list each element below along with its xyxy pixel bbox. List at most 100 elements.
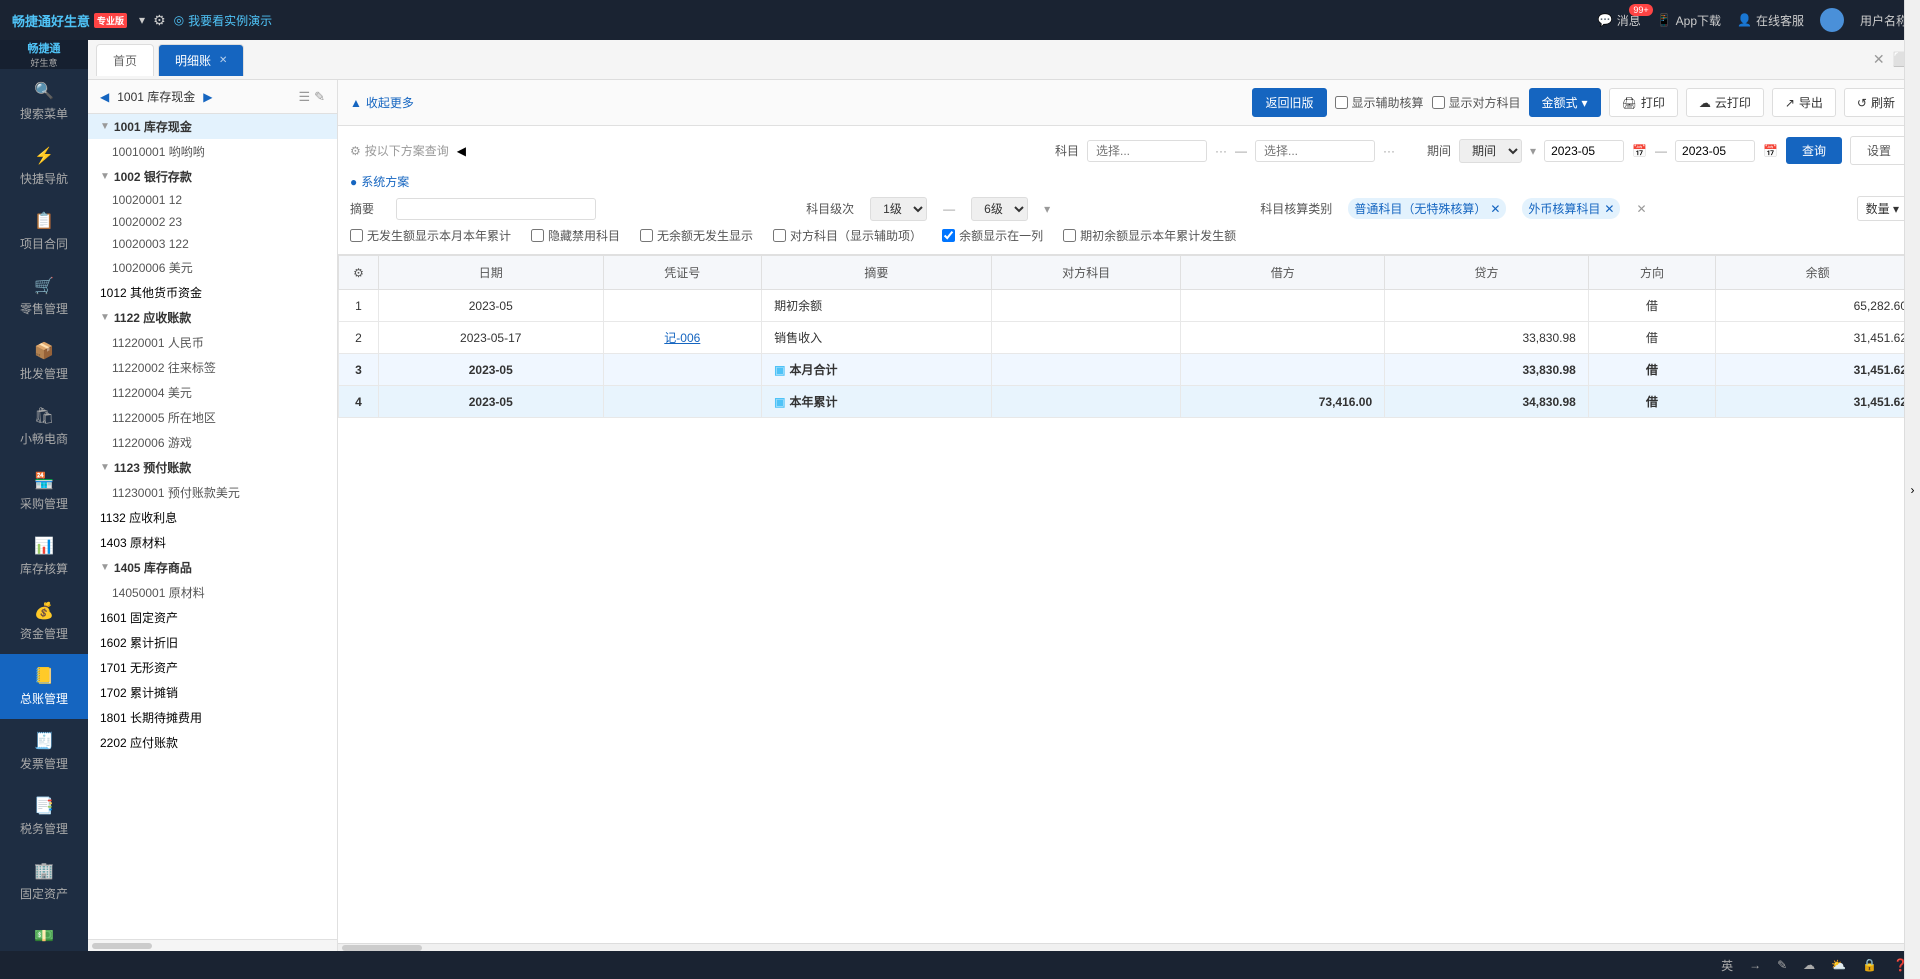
check-balance-one-col[interactable]: 余额显示在一列 bbox=[942, 227, 1043, 244]
app-download-button[interactable]: 📱 App下载 bbox=[1657, 12, 1721, 29]
user-avatar[interactable] bbox=[1820, 8, 1844, 32]
status-edit[interactable]: ✎ bbox=[1777, 958, 1787, 972]
format-button[interactable]: 金额式 ▾ bbox=[1529, 88, 1601, 117]
expand-filter-button[interactable]: ▲ 收起更多 bbox=[350, 94, 414, 111]
calendar-end-icon[interactable]: 📅 bbox=[1763, 144, 1778, 158]
sidebar-item-search[interactable]: 🔍 搜索菜单 bbox=[0, 69, 88, 134]
check-no-balance-input[interactable] bbox=[350, 229, 363, 242]
status-arrow[interactable]: → bbox=[1749, 958, 1761, 972]
tree-node-1123[interactable]: ▼ 1123 预付账款 bbox=[88, 455, 337, 480]
tree-node-10010001[interactable]: 10010001 哟哟哟 bbox=[88, 139, 337, 164]
filter-tag-foreign-close[interactable]: ✕ bbox=[1604, 202, 1614, 216]
status-cloud[interactable]: ☁ bbox=[1803, 958, 1815, 972]
tree-node-11220005[interactable]: 11220005 所在地区 bbox=[88, 405, 337, 430]
status-cloud2[interactable]: ⛅ bbox=[1831, 958, 1846, 972]
period-end-input[interactable] bbox=[1675, 140, 1755, 162]
subject-input[interactable] bbox=[1087, 140, 1207, 162]
quantity-button[interactable]: 数量 ▾ bbox=[1857, 196, 1908, 221]
company-dropdown[interactable]: ▾ bbox=[139, 13, 145, 27]
row-voucher[interactable]: 记-006 bbox=[603, 322, 762, 354]
tree-node-1701[interactable]: 1701 无形资产 bbox=[88, 655, 337, 680]
tree-edit-icon[interactable]: ✎ bbox=[314, 89, 325, 105]
sidebar-item-quick[interactable]: ⚡ 快捷导航 bbox=[0, 134, 88, 199]
tree-node-1132[interactable]: 1132 应收利息 bbox=[88, 505, 337, 530]
check-no-balance[interactable]: 无发生额显示本月本年累计 bbox=[350, 227, 511, 244]
check-balance-one-col-input[interactable] bbox=[942, 229, 955, 242]
filter-tag-normal-close[interactable]: ✕ bbox=[1490, 202, 1500, 216]
sidebar-item-capital[interactable]: 💰 资金管理 bbox=[0, 589, 88, 654]
check-hide-disabled-input[interactable] bbox=[531, 229, 544, 242]
online-service-button[interactable]: 👤 在线客服 bbox=[1737, 12, 1804, 29]
check-opening-balance-input[interactable] bbox=[1063, 229, 1076, 242]
check-opposite[interactable]: 对方科目（显示辅助项） bbox=[773, 227, 922, 244]
check-hide-disabled[interactable]: 隐藏禁用科目 bbox=[531, 227, 620, 244]
table-scrollbar-h[interactable] bbox=[338, 943, 1920, 951]
tab-detail[interactable]: 明细账 ✕ bbox=[158, 44, 244, 76]
sidebar-item-retail[interactable]: 🛒 零售管理 bbox=[0, 264, 88, 329]
tree-node-1002[interactable]: ▼ 1002 银行存款 bbox=[88, 164, 337, 189]
demo-link[interactable]: ◎ 我要看实例演示 bbox=[174, 12, 273, 29]
period-mode-select[interactable]: 期间 bbox=[1459, 139, 1522, 163]
sidebar-item-general[interactable]: 📒 总账管理 bbox=[0, 654, 88, 719]
tree-node-10020006[interactable]: 10020006 美元 bbox=[88, 255, 337, 280]
scheme-selector[interactable]: ● 系统方案 bbox=[350, 173, 409, 190]
show-opposite-input[interactable] bbox=[1432, 96, 1445, 109]
check-no-balance-show[interactable]: 无余额无发生显示 bbox=[640, 227, 753, 244]
sidebar-item-wholesale[interactable]: 📦 批发管理 bbox=[0, 329, 88, 394]
tree-node-11230001[interactable]: 11230001 预付账款美元 bbox=[88, 480, 337, 505]
window-close-button[interactable]: ✕ bbox=[1871, 51, 1887, 68]
check-opposite-input[interactable] bbox=[773, 229, 786, 242]
query-button[interactable]: 查询 bbox=[1786, 137, 1842, 164]
export-button[interactable]: ↗ 导出 bbox=[1772, 88, 1836, 117]
refresh-button[interactable]: ↺ 刷新 bbox=[1844, 88, 1908, 117]
scrollbar-thumb[interactable] bbox=[342, 945, 422, 951]
tree-node-11220002[interactable]: 11220002 往来标签 bbox=[88, 355, 337, 380]
subject-level-start-select[interactable]: 1级 bbox=[870, 197, 927, 221]
tree-node-1702[interactable]: 1702 累计摊销 bbox=[88, 680, 337, 705]
sidebar-item-asset[interactable]: 🏢 固定资产 bbox=[0, 849, 88, 914]
cloud-print-button[interactable]: ☁ 云打印 bbox=[1686, 88, 1764, 117]
tree-scrollbar[interactable] bbox=[88, 939, 337, 951]
voucher-link[interactable]: 记-006 bbox=[664, 331, 700, 345]
settings-icon[interactable]: ⚙ bbox=[153, 12, 166, 29]
sidebar-item-salary[interactable]: 💵 工资 bbox=[0, 914, 88, 951]
return-old-button[interactable]: 返回旧版 bbox=[1252, 88, 1326, 117]
tree-node-10020002[interactable]: 10020002 23 bbox=[88, 211, 337, 233]
tree-node-10020003[interactable]: 10020003 122 bbox=[88, 233, 337, 255]
print-button[interactable]: 🖨 打印 bbox=[1609, 88, 1678, 117]
prev-account-button[interactable]: ◀ bbox=[100, 90, 109, 104]
sidebar-item-purchase[interactable]: 🏪 采购管理 bbox=[0, 459, 88, 524]
next-account-button[interactable]: ▶ bbox=[203, 90, 212, 104]
col-gear[interactable]: ⚙ bbox=[339, 256, 379, 290]
check-no-balance-show-input[interactable] bbox=[640, 229, 653, 242]
tree-node-11220004[interactable]: 11220004 美元 bbox=[88, 380, 337, 405]
summary-input[interactable] bbox=[396, 198, 596, 220]
status-lang[interactable]: 英 bbox=[1721, 957, 1733, 974]
tree-list-icon[interactable]: ☰ bbox=[298, 89, 310, 105]
tree-node-1601[interactable]: 1601 固定资产 bbox=[88, 605, 337, 630]
status-lock[interactable]: 🔒 bbox=[1862, 958, 1877, 972]
right-collapse-toggle[interactable]: › bbox=[1904, 80, 1920, 951]
check-opening-balance[interactable]: 期初余额显示本年累计发生额 bbox=[1063, 227, 1236, 244]
show-opposite-checkbox[interactable]: 显示对方科目 bbox=[1432, 94, 1521, 111]
tree-node-1405[interactable]: ▼ 1405 库存商品 bbox=[88, 555, 337, 580]
sidebar-item-ecommerce[interactable]: 🛍 小畅电商 bbox=[0, 394, 88, 459]
tree-node-1602[interactable]: 1602 累计折旧 bbox=[88, 630, 337, 655]
sidebar-item-inventory[interactable]: 📊 库存核算 bbox=[0, 524, 88, 589]
show-assist-input[interactable] bbox=[1335, 96, 1348, 109]
tree-node-1001[interactable]: ▼ 1001 库存现金 bbox=[88, 114, 337, 139]
tree-node-11220001[interactable]: 11220001 人民币 bbox=[88, 330, 337, 355]
tree-node-1403[interactable]: 1403 原材料 bbox=[88, 530, 337, 555]
tree-node-11220006[interactable]: 11220006 游戏 bbox=[88, 430, 337, 455]
subject-input-end[interactable] bbox=[1255, 140, 1375, 162]
tree-node-14050001[interactable]: 14050001 原材料 bbox=[88, 580, 337, 605]
gear-icon[interactable]: ⚙ bbox=[353, 266, 364, 280]
sidebar-item-invoice[interactable]: 🧾 发票管理 bbox=[0, 719, 88, 784]
filter-collapse-arrow[interactable]: ◀ bbox=[457, 144, 466, 158]
tree-node-10020001[interactable]: 10020001 12 bbox=[88, 189, 337, 211]
calendar-start-icon[interactable]: 📅 bbox=[1632, 144, 1647, 158]
settings-button[interactable]: 设置 bbox=[1850, 136, 1908, 165]
show-assist-checkbox[interactable]: 显示辅助核算 bbox=[1335, 94, 1424, 111]
tab-home[interactable]: 首页 bbox=[96, 44, 154, 76]
tree-node-2202[interactable]: 2202 应付账款 bbox=[88, 730, 337, 755]
